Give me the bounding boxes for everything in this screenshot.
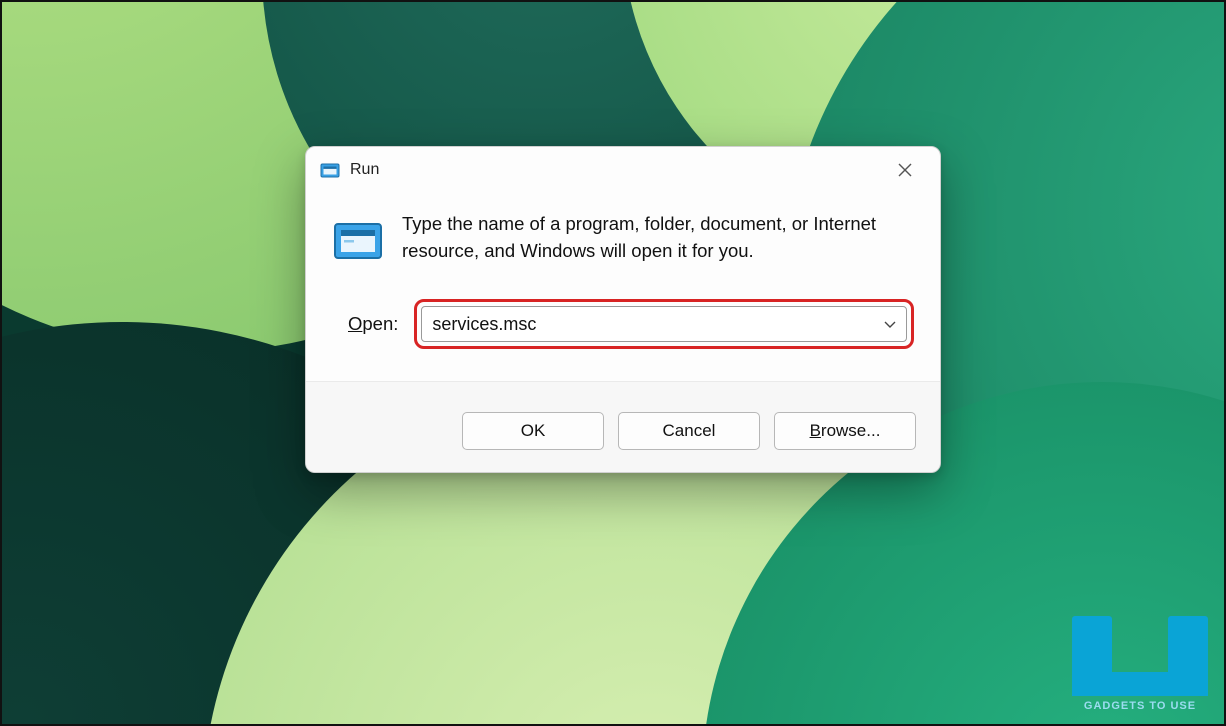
close-button[interactable] [876,150,934,190]
browse-button[interactable]: Browse... [774,412,916,450]
cancel-button[interactable]: Cancel [618,412,760,450]
open-input-value: services.msc [432,314,536,335]
desktop-wallpaper: Run Type the name of a program, folder, … [0,0,1226,726]
open-label: Open: [348,313,398,335]
open-row: Open: services.msc [306,273,940,355]
watermark-text: GADGETS TO USE [1072,700,1208,712]
dialog-button-row: OK Cancel Browse... [306,381,940,472]
run-titlebar-icon [320,160,340,180]
ok-button[interactable]: OK [462,412,604,450]
run-icon [332,215,384,267]
titlebar[interactable]: Run [306,147,940,193]
run-dialog: Run Type the name of a program, folder, … [305,146,941,473]
dialog-title: Run [350,161,379,179]
dialog-description: Type the name of a program, folder, docu… [402,211,914,267]
dialog-body: Type the name of a program, folder, docu… [306,193,940,273]
open-combobox[interactable]: services.msc [421,306,907,342]
watermark: GADGETS TO USE [1072,616,1208,712]
close-icon [898,163,912,177]
open-input-highlight: services.msc [414,299,914,349]
watermark-logo [1072,616,1208,696]
chevron-down-icon[interactable] [884,316,896,332]
